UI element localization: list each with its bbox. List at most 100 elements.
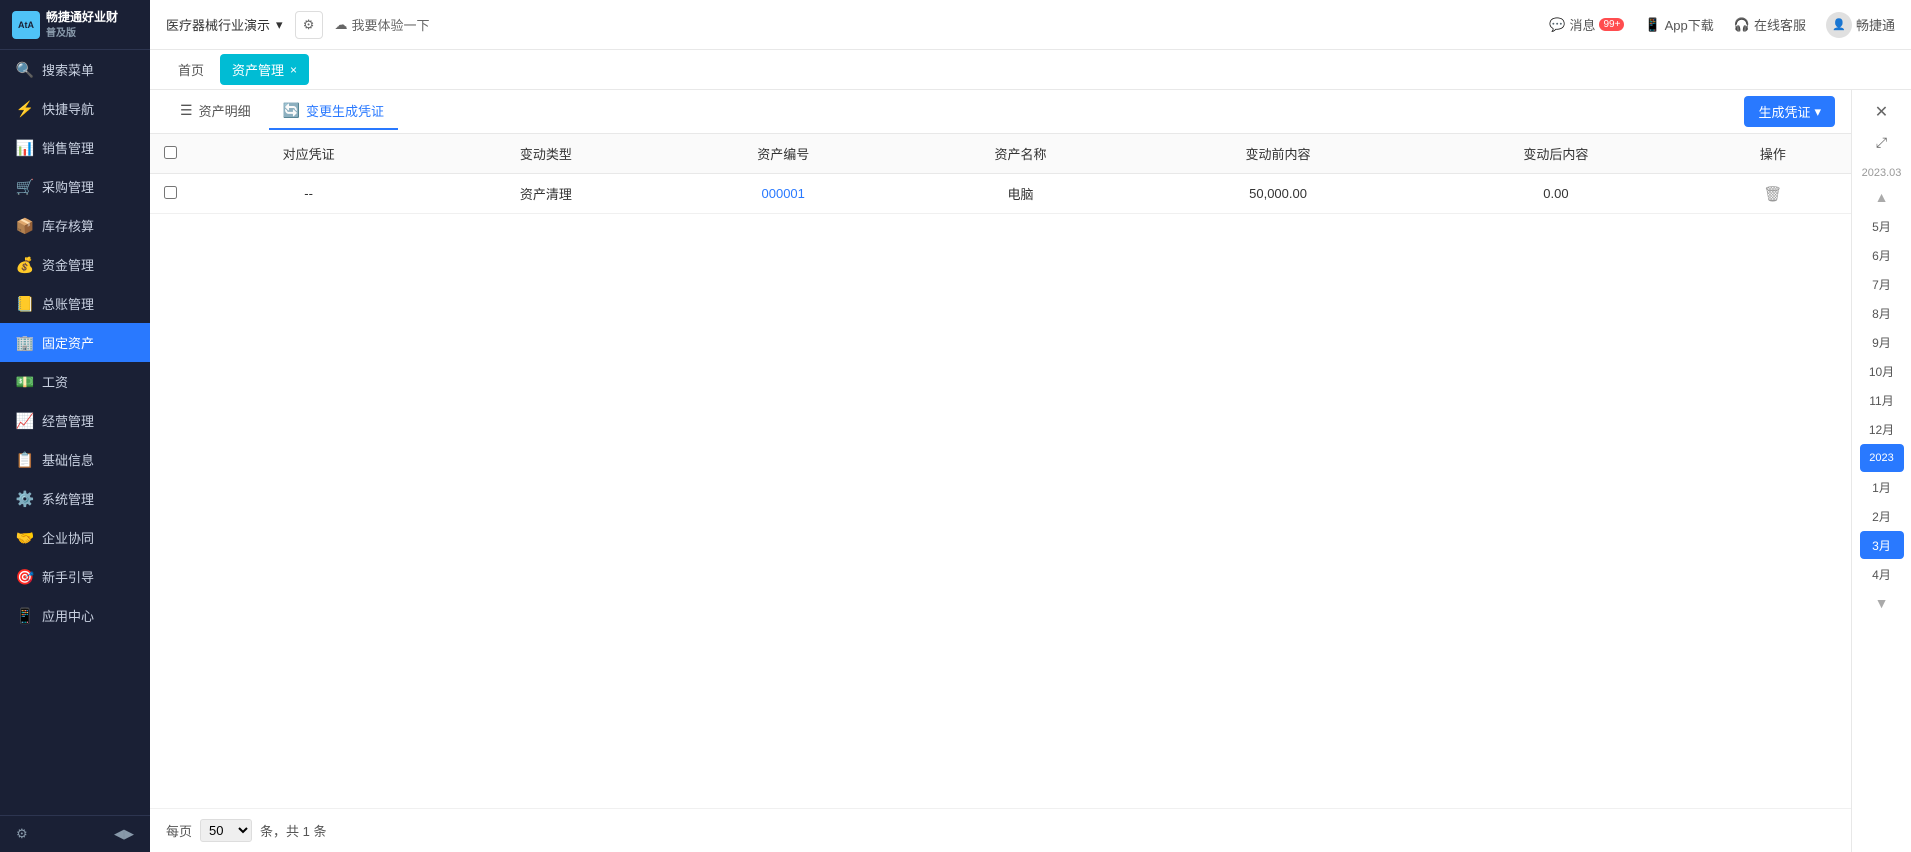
- col-asset-name: 资产名称: [902, 134, 1139, 174]
- sidebar-item-fixed-assets[interactable]: 🏢固定资产: [0, 323, 150, 362]
- tab-bar: 首页 资产管理 ×: [150, 50, 1911, 90]
- app-download-button[interactable]: 📱 App下载: [1644, 15, 1713, 34]
- col-before: 变动前内容: [1139, 134, 1417, 174]
- cloud-icon: ☁: [335, 17, 348, 33]
- company-selector[interactable]: 医疗器械行业演示 ▾: [166, 15, 283, 34]
- company-name: 医疗器械行业演示: [166, 15, 270, 34]
- app-center-icon: 📱: [16, 607, 34, 625]
- sidebar-item-label: 快捷导航: [42, 99, 94, 118]
- sidebar-item-label: 搜索菜单: [42, 60, 94, 79]
- collapse-icon[interactable]: ◀▶: [114, 826, 134, 842]
- sidebar-item-search[interactable]: 🔍搜索菜单: [0, 50, 150, 89]
- row-voucher: --: [190, 174, 427, 214]
- sidebar-item-guide[interactable]: 🎯新手引导: [0, 557, 150, 596]
- month-item-9月[interactable]: 9月: [1860, 328, 1904, 356]
- month-item-10月[interactable]: 10月: [1860, 357, 1904, 385]
- tab-close-button[interactable]: ×: [290, 63, 297, 77]
- customer-service-button[interactable]: 🎧 在线客服: [1734, 15, 1806, 34]
- sidebar-item-finance[interactable]: 💰 资金管理: [0, 245, 150, 284]
- month-item-12月[interactable]: 12月: [1860, 415, 1904, 443]
- month-item-6月[interactable]: 6月: [1860, 241, 1904, 269]
- row-change-type: 资产清理: [427, 174, 664, 214]
- guide-icon: 🎯: [16, 568, 34, 586]
- sidebar-item-ledger[interactable]: 📒总账管理: [0, 284, 150, 323]
- tab1-label: 资产明细: [199, 101, 251, 120]
- asset-table: 对应凭证 变动类型 资产编号 资产名称 变动前内容 变动后内容 操作 -- 资产…: [150, 134, 1851, 214]
- tab2-label: 变更生成凭证: [306, 101, 384, 120]
- main-area: 医疗器械行业演示 ▾ ⚙ ☁ 我要体验一下 💬 消息 99+ 📱 App下载 🎧…: [150, 0, 1911, 852]
- row-asset-name: 电脑: [902, 174, 1139, 214]
- month-item-7月[interactable]: 7月: [1860, 270, 1904, 298]
- month-item-8月[interactable]: 8月: [1860, 299, 1904, 327]
- sidebar-nav: 🔍搜索菜单⚡快捷导航📊销售管理🛒采购管理📦库存核算 💰 资金管理 📒总账管理🏢固定资产…: [0, 50, 150, 815]
- row-before-content: 50,000.00: [1139, 174, 1417, 214]
- month-item-2月[interactable]: 2月: [1860, 502, 1904, 530]
- tab-home[interactable]: 首页: [166, 54, 216, 85]
- table-container: 对应凭证 变动类型 资产编号 资产名称 变动前内容 变动后内容 操作 -- 资产…: [150, 134, 1851, 808]
- year-marker-2023[interactable]: 2023: [1860, 444, 1904, 472]
- total-label: 条，共 1 条: [260, 821, 326, 840]
- dropdown-icon: ▾: [276, 17, 283, 33]
- sidebar-bottom: ⚙ ◀▶: [0, 815, 150, 852]
- month-item-5月[interactable]: 5月: [1860, 212, 1904, 240]
- panel-close-button[interactable]: ✕: [1871, 98, 1892, 126]
- operations-icon: 📈: [16, 412, 34, 430]
- sales-icon: 📊: [16, 139, 34, 157]
- sidebar-item-quick-nav[interactable]: ⚡快捷导航: [0, 89, 150, 128]
- sidebar-item-label: 固定资产: [42, 333, 94, 352]
- panel-expand-button[interactable]: ⤢: [1872, 130, 1891, 155]
- settings-icon[interactable]: ⚙: [16, 826, 28, 842]
- month-item-11月[interactable]: 11月: [1860, 386, 1904, 414]
- select-all-checkbox[interactable]: [164, 146, 177, 159]
- content-area: ☰ 资产明细 🔄 变更生成凭证 生成凭证 ▾: [150, 90, 1911, 852]
- payroll-icon: 💵: [16, 373, 34, 391]
- sidebar-item-label: 工资: [42, 372, 68, 391]
- generate-voucher-button[interactable]: 生成凭证 ▾: [1744, 96, 1835, 127]
- sub-tabs-left: ☰ 资产明细 🔄 变更生成凭证: [166, 93, 398, 130]
- user-profile[interactable]: 👤 畅捷通: [1826, 12, 1895, 38]
- message-button[interactable]: 💬 消息 99+: [1549, 15, 1624, 34]
- tab-asset-management[interactable]: 资产管理 ×: [220, 54, 309, 85]
- change-icon: 🔄: [283, 102, 300, 119]
- avatar: 👤: [1826, 12, 1852, 38]
- sidebar-item-purchase[interactable]: 🛒采购管理: [0, 167, 150, 206]
- sidebar-item-operations[interactable]: 📈 经营管理: [0, 401, 150, 440]
- month-item-4月[interactable]: 4月: [1860, 560, 1904, 588]
- scroll-up-button[interactable]: ▲: [1871, 185, 1893, 209]
- sidebar-item-app-center[interactable]: 📱应用中心: [0, 596, 150, 635]
- page-content: ☰ 资产明细 🔄 变更生成凭证 生成凭证 ▾: [150, 90, 1851, 852]
- row-checkbox[interactable]: [164, 186, 177, 199]
- sidebar-item-label: 资金管理: [42, 255, 94, 274]
- table-body: -- 资产清理 000001 电脑 50,000.00 0.00 🗑: [150, 174, 1851, 214]
- table-header-row: 对应凭证 变动类型 资产编号 资产名称 变动前内容 变动后内容 操作: [150, 134, 1851, 174]
- message-badge: 99+: [1599, 18, 1624, 31]
- tab-change-voucher[interactable]: 🔄 变更生成凭证: [269, 93, 398, 130]
- scroll-down-button[interactable]: ▼: [1871, 591, 1893, 615]
- sidebar-item-enterprise[interactable]: 🤝企业协同: [0, 518, 150, 557]
- sidebar-item-label: 经营管理: [42, 411, 94, 430]
- page-size-select[interactable]: 102050100: [200, 819, 252, 842]
- settings-button[interactable]: ⚙: [295, 11, 323, 39]
- try-button[interactable]: ☁ 我要体验一下: [335, 15, 430, 34]
- list-icon: ☰: [180, 102, 193, 119]
- month-item-3月[interactable]: 3月: [1860, 531, 1904, 559]
- header: 医疗器械行业演示 ▾ ⚙ ☁ 我要体验一下 💬 消息 99+ 📱 App下载 🎧…: [150, 0, 1911, 50]
- delete-button[interactable]: 🗑: [1763, 186, 1782, 203]
- sidebar-item-label: 采购管理: [42, 177, 94, 196]
- sidebar-item-inventory[interactable]: 📦库存核算: [0, 206, 150, 245]
- system-icon: ⚙️: [16, 490, 34, 508]
- sidebar-item-base-info[interactable]: 📋基础信息: [0, 440, 150, 479]
- sidebar-item-payroll[interactable]: 💵 工资: [0, 362, 150, 401]
- sidebar: AtA 畅捷通好业财 普及版 🔍搜索菜单⚡快捷导航📊销售管理🛒采购管理📦库存核算…: [0, 0, 150, 852]
- table-row: -- 资产清理 000001 电脑 50,000.00 0.00 🗑: [150, 174, 1851, 214]
- user-name: 畅捷通: [1856, 15, 1895, 34]
- generate-label: 生成凭证: [1758, 102, 1810, 121]
- finance-icon: 💰: [16, 256, 34, 274]
- col-change-type: 变动类型: [427, 134, 664, 174]
- month-item-1月[interactable]: 1月: [1860, 473, 1904, 501]
- tab-asset-detail[interactable]: ☰ 资产明细: [166, 93, 265, 130]
- customer-service-label: 在线客服: [1754, 15, 1806, 34]
- sidebar-item-sales[interactable]: 📊销售管理: [0, 128, 150, 167]
- sidebar-item-system[interactable]: ⚙️系统管理: [0, 479, 150, 518]
- per-page-label: 每页: [166, 821, 192, 840]
